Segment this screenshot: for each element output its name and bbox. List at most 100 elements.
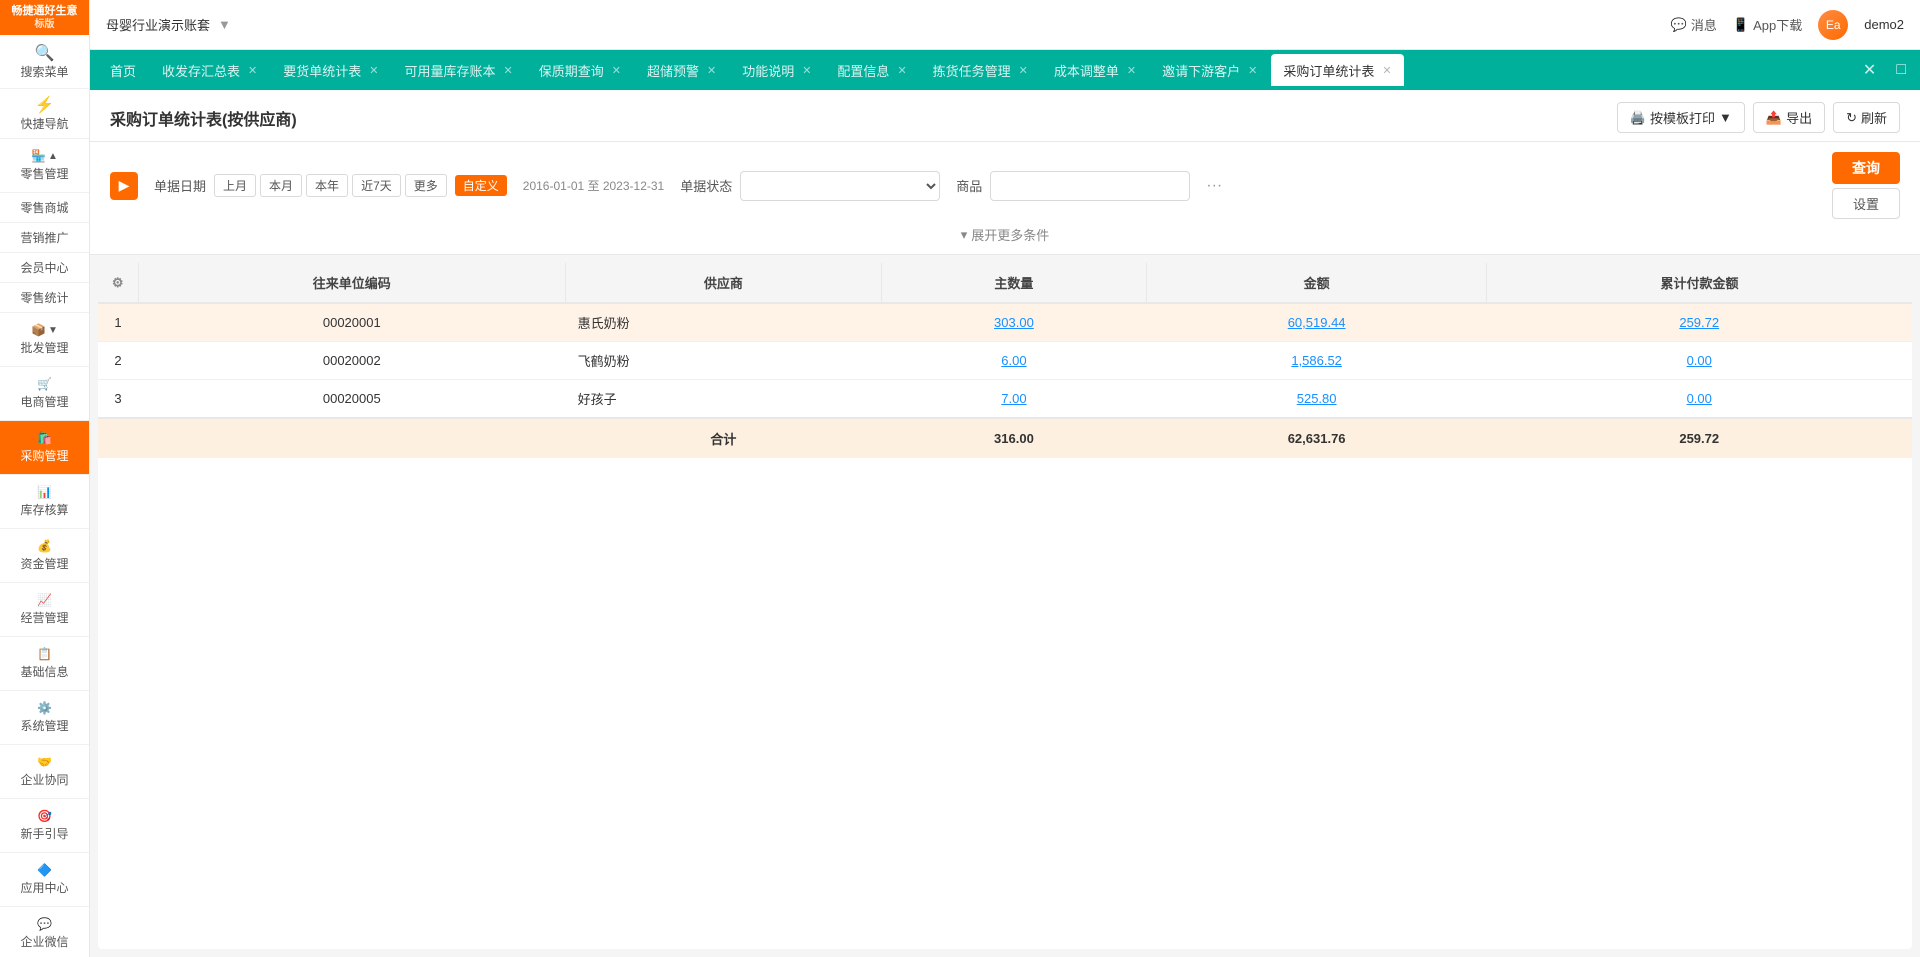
app-download-btn[interactable]: 📱 App下载 xyxy=(1733,15,1802,34)
tab-order-stats[interactable]: 要货单统计表 ✕ xyxy=(271,54,390,86)
date-this-year[interactable]: 本年 xyxy=(306,174,348,197)
close-tab-expiry[interactable]: ✕ xyxy=(612,64,621,77)
data-table-container: ⚙ 往来单位编码 供应商 主数量 金额 累计付款金额 1 00020001 惠氏… xyxy=(98,263,1912,949)
close-tab-stock[interactable]: ✕ xyxy=(248,64,257,77)
filter-area: ▶ 单据日期 上月 本月 本年 近7天 更多 自定义 2016-01-01 至 … xyxy=(90,142,1920,255)
footer-amount: 62,631.76 xyxy=(1147,418,1487,458)
arrow-down-icon2: ▼ xyxy=(48,325,58,336)
close-tab-config[interactable]: ✕ xyxy=(897,64,906,77)
sidebar: 畅捷通好生意 标版 🔍 搜索菜单 ⚡ 快捷导航 🏪 ▲ 零售管理 零售商城 营销… xyxy=(0,0,90,957)
close-tab-manual[interactable]: ✕ xyxy=(802,64,811,77)
message-icon: 💬 xyxy=(1671,17,1687,33)
td-code-2: 00020005 xyxy=(138,380,566,419)
sidebar-item-basic-info[interactable]: 📋 基础信息 xyxy=(0,637,89,691)
sidebar-item-retail-mgmt[interactable]: 🏪 ▲ 零售管理 xyxy=(0,139,89,193)
sidebar-item-ecommerce[interactable]: 🛒 电商管理 xyxy=(0,367,89,421)
goods-input[interactable] xyxy=(990,171,1190,201)
tab-home[interactable]: 首页 xyxy=(98,54,148,86)
tab-picking[interactable]: 拣货任务管理 ✕ xyxy=(921,54,1040,86)
sidebar-item-app-center[interactable]: 🔷 应用中心 xyxy=(0,853,89,907)
td-amount-1[interactable]: 1,586.52 xyxy=(1147,342,1487,380)
footer-empty xyxy=(98,418,566,458)
td-index-2: 3 xyxy=(98,380,138,419)
sidebar-item-quicknav[interactable]: ⚡ 快捷导航 xyxy=(0,89,89,139)
tab-purchase-stats[interactable]: 采购订单统计表 ✕ xyxy=(1271,54,1403,86)
tab-overstock[interactable]: 超储预警 ✕ xyxy=(635,54,728,86)
td-paid-2[interactable]: 0.00 xyxy=(1486,380,1912,419)
workspace-selector[interactable]: 母婴行业演示账套 ▼ xyxy=(106,15,231,34)
tab-expiry[interactable]: 保质期查询 ✕ xyxy=(527,54,633,86)
print-icon: 🖨️ xyxy=(1630,110,1646,126)
data-table: ⚙ 往来单位编码 供应商 主数量 金额 累计付款金额 1 00020001 惠氏… xyxy=(98,263,1912,458)
sidebar-item-wechat[interactable]: 💬 企业微信 xyxy=(0,907,89,957)
sidebar-item-retail-mall[interactable]: 零售商城 xyxy=(0,193,89,223)
td-qty-0[interactable]: 303.00 xyxy=(881,303,1147,342)
download-icon: 📱 xyxy=(1733,17,1749,33)
message-btn[interactable]: 💬 消息 xyxy=(1671,15,1717,34)
sidebar-item-retail-stats[interactable]: 零售统计 xyxy=(0,283,89,313)
td-qty-1[interactable]: 6.00 xyxy=(881,342,1147,380)
tab-config[interactable]: 配置信息 ✕ xyxy=(825,54,918,86)
td-paid-0[interactable]: 259.72 xyxy=(1486,303,1912,342)
setting-btn[interactable]: 设置 xyxy=(1832,188,1900,219)
date-filter-label: 单据日期 xyxy=(154,176,206,195)
search-icon: 🔍 xyxy=(6,43,83,63)
sidebar-item-finance[interactable]: 💰 资金管理 xyxy=(0,529,89,583)
close-all-tabs-btn[interactable]: ✕ xyxy=(1857,58,1882,82)
refresh-btn[interactable]: ↻ 刷新 xyxy=(1833,102,1900,133)
table-body: 1 00020001 惠氏奶粉 303.00 60,519.44 259.72 … xyxy=(98,303,1912,418)
export-icon: 📤 xyxy=(1766,110,1782,126)
close-tab-invite[interactable]: ✕ xyxy=(1248,64,1257,77)
close-tab-overstock[interactable]: ✕ xyxy=(707,64,716,77)
sidebar-item-system[interactable]: ⚙️ 系统管理 xyxy=(0,691,89,745)
sidebar-item-guide[interactable]: 🎯 新手引导 xyxy=(0,799,89,853)
enterprise-icon: 🤝 xyxy=(37,755,52,769)
sidebar-item-operations[interactable]: 📈 经营管理 xyxy=(0,583,89,637)
sidebar-item-purchase[interactable]: 🛍️ 采购管理 xyxy=(0,421,89,475)
guide-icon: 🎯 xyxy=(37,809,52,823)
date-range-display: 2016-01-01 至 2023-12-31 xyxy=(523,177,664,194)
user-avatar[interactable]: Ea xyxy=(1818,10,1848,40)
td-qty-2[interactable]: 7.00 xyxy=(881,380,1147,419)
filter-row-main: ▶ 单据日期 上月 本月 本年 近7天 更多 自定义 2016-01-01 至 … xyxy=(110,152,1900,219)
date-last-month[interactable]: 上月 xyxy=(214,174,256,197)
expand-more-btn[interactable]: ▾ 展开更多条件 xyxy=(110,225,1900,244)
date-more[interactable]: 更多 xyxy=(405,174,447,197)
goods-more-btn[interactable]: ··· xyxy=(1198,175,1230,197)
export-btn[interactable]: 📤 导出 xyxy=(1753,102,1825,133)
query-btn[interactable]: 查询 xyxy=(1832,152,1900,184)
tab-stock-summary[interactable]: 收发存汇总表 ✕ xyxy=(150,54,269,86)
date-last-7days[interactable]: 近7天 xyxy=(352,174,401,197)
close-tab-cost[interactable]: ✕ xyxy=(1127,64,1136,77)
tab-cost[interactable]: 成本调整单 ✕ xyxy=(1042,54,1148,86)
tab-manual[interactable]: 功能说明 ✕ xyxy=(730,54,823,86)
td-paid-1[interactable]: 0.00 xyxy=(1486,342,1912,380)
sidebar-item-enterprise[interactable]: 🤝 企业协同 xyxy=(0,745,89,799)
date-this-month[interactable]: 本月 xyxy=(260,174,302,197)
td-amount-2[interactable]: 525.80 xyxy=(1147,380,1487,419)
close-tab-picking[interactable]: ✕ xyxy=(1019,64,1028,77)
close-tab-purchase-stats[interactable]: ✕ xyxy=(1382,64,1391,77)
tab-stock-book[interactable]: 可用量库存账本 ✕ xyxy=(392,54,524,86)
sidebar-item-search[interactable]: 🔍 搜索菜单 xyxy=(0,35,89,89)
sidebar-item-marketing[interactable]: 营销推广 xyxy=(0,223,89,253)
sidebar-item-inventory[interactable]: 📊 库存核算 xyxy=(0,475,89,529)
td-index-1: 2 xyxy=(98,342,138,380)
footer-qty: 316.00 xyxy=(881,418,1147,458)
td-amount-0[interactable]: 60,519.44 xyxy=(1147,303,1487,342)
close-tab-book[interactable]: ✕ xyxy=(504,64,513,77)
close-tab-order[interactable]: ✕ xyxy=(369,64,378,77)
sidebar-item-members[interactable]: 会员中心 xyxy=(0,253,89,283)
maximize-btn[interactable]: □ xyxy=(1890,59,1912,81)
finance-icon: 💰 xyxy=(37,539,52,553)
column-config-icon[interactable]: ⚙ xyxy=(110,275,126,291)
print-template-btn[interactable]: 🖨️ 按模板打印 ▼ xyxy=(1617,102,1745,133)
date-filter-group: 单据日期 上月 本月 本年 近7天 更多 自定义 xyxy=(154,174,507,197)
td-supplier-1: 飞鹤奶粉 xyxy=(566,342,882,380)
query-btn-group: 查询 设置 xyxy=(1832,152,1900,219)
date-custom-badge[interactable]: 自定义 xyxy=(455,175,507,196)
sidebar-item-wholesale[interactable]: 📦 ▼ 批发管理 xyxy=(0,313,89,367)
filter-toggle-btn[interactable]: ▶ xyxy=(110,172,138,200)
status-select[interactable] xyxy=(740,171,940,201)
tab-invite[interactable]: 邀请下游客户 ✕ xyxy=(1150,54,1269,86)
